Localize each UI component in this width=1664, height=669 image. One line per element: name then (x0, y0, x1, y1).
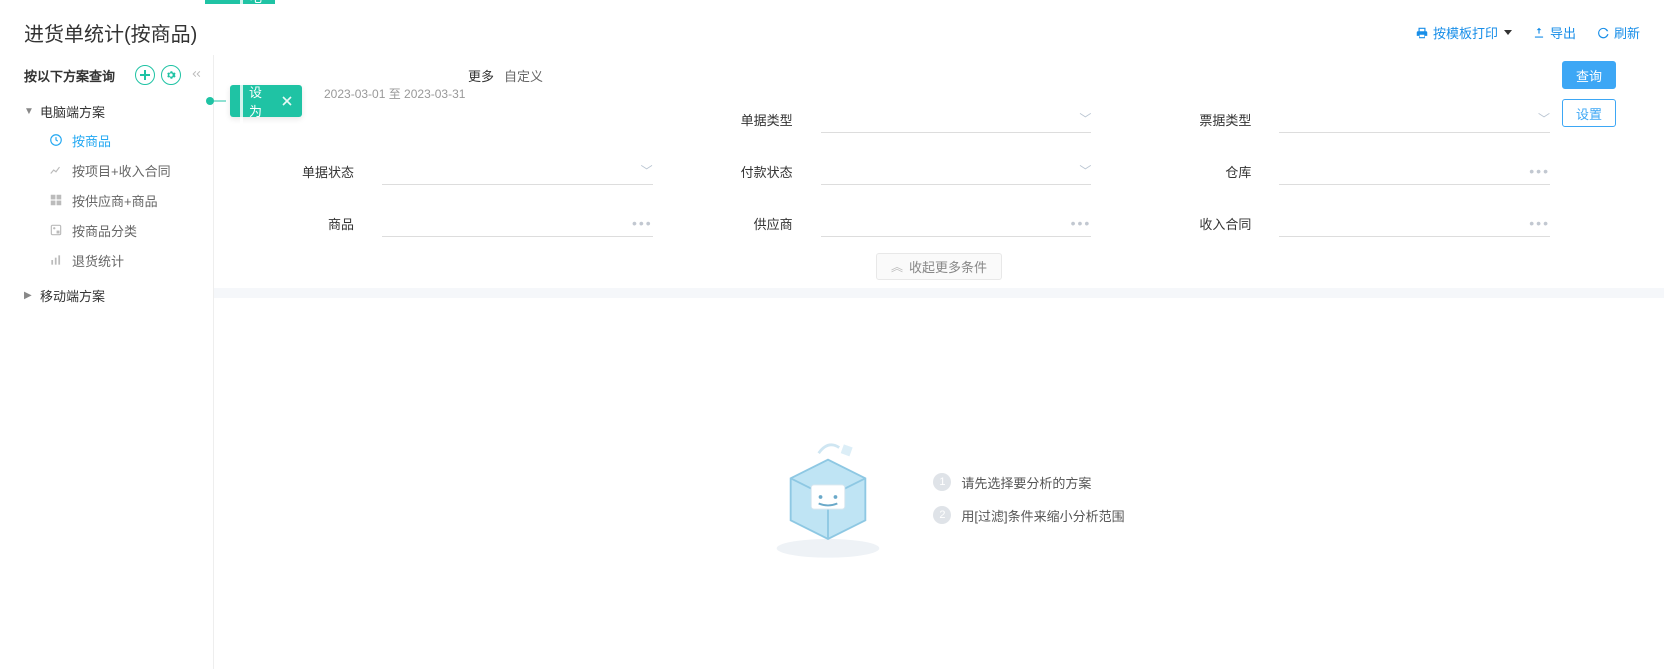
chevrons-up-icon: ︽ (891, 258, 903, 275)
section-divider (214, 288, 1664, 298)
empty-step-1: 请先选择要分析的方案 (961, 473, 1091, 492)
date-custom-link[interactable]: 自定义 (504, 66, 543, 85)
chevron-down-icon (1504, 30, 1512, 35)
supplier-select[interactable]: ••• (821, 209, 1092, 237)
filters-panel: 更多 自定义 2023-03-01 至 2023-03-31 查询 设置 单据类… (214, 55, 1664, 288)
pay-status-select[interactable]: ﹀ (821, 157, 1092, 185)
export-icon (1532, 26, 1546, 40)
tree-leaf-by-project-contract[interactable]: 按项目+收入合同 (42, 155, 213, 185)
tree-leaf-label: 按商品 (72, 131, 111, 150)
grid-icon (48, 192, 64, 208)
chevron-down-icon: ﹀ (1079, 110, 1091, 127)
bill-type-label: 单据类型 (677, 110, 797, 129)
tree-group-mobile[interactable]: ▶ 移动端方案 (24, 281, 213, 309)
tree-leaf-label: 退货统计 (72, 251, 124, 270)
clock-icon (48, 132, 64, 148)
chevrons-left-icon (189, 68, 203, 80)
bill-status-label: 单据状态 (238, 162, 358, 181)
pay-status-label: 付款状态 (677, 162, 797, 181)
bar-chart-icon (48, 252, 64, 268)
income-contract-label: 收入合同 (1115, 214, 1255, 233)
caret-down-icon: ▼ (24, 106, 34, 117)
empty-state: 1 请先选择要分析的方案 2 用[过滤]条件来缩小分析范围 (214, 298, 1664, 669)
page-title: 进货单统计(按商品) (24, 18, 197, 47)
gear-icon (166, 70, 176, 80)
analytics-icon (48, 162, 64, 178)
settings-button[interactable]: 设置 (1562, 99, 1616, 127)
tree-group-mobile-label: 移动端方案 (40, 286, 105, 305)
tree-leaf-label: 按项目+收入合同 (72, 161, 171, 180)
tree-leaf-by-category[interactable]: 按商品分类 (42, 215, 213, 245)
add-scheme-button[interactable] (135, 65, 155, 85)
plus-icon (140, 70, 150, 80)
printer-icon (1415, 26, 1429, 40)
collapse-label: 收起更多条件 (909, 257, 987, 276)
empty-step-2: 用[过滤]条件来缩小分析范围 (961, 506, 1124, 525)
sidebar-title: 按以下方案查询 (24, 66, 115, 85)
date-range-text: 2023-03-01 至 2023-03-31 (324, 85, 465, 102)
ellipsis-icon: ••• (1071, 219, 1092, 227)
ellipsis-icon: ••• (632, 219, 653, 227)
refresh-button[interactable]: 刷新 (1596, 23, 1640, 42)
export-label: 导出 (1550, 23, 1576, 42)
ellipsis-icon: ••• (1529, 219, 1550, 227)
tree-leaf-by-supplier-product[interactable]: 按供应商+商品 (42, 185, 213, 215)
chevron-down-icon: ﹀ (641, 162, 653, 179)
scheme-settings-button[interactable] (161, 65, 181, 85)
export-button[interactable]: 导出 (1532, 23, 1576, 42)
refresh-icon (1596, 26, 1610, 40)
tree-group-pc-label: 电脑端方案 (40, 102, 105, 121)
ticket-type-select[interactable]: ﹀ (1279, 105, 1550, 133)
chevron-down-icon: ﹀ (1538, 110, 1550, 127)
query-button[interactable]: 查询 (1562, 61, 1616, 89)
sidebar: 按以下方案查询 电脑方案可设为移动方案啦 (0, 55, 214, 669)
warehouse-select[interactable]: ••• (1279, 157, 1550, 185)
chevron-down-icon: ﹀ (1079, 162, 1091, 179)
warehouse-label: 仓库 (1115, 162, 1255, 181)
category-icon (48, 222, 64, 238)
product-select[interactable]: ••• (382, 209, 653, 237)
supplier-label: 供应商 (677, 214, 797, 233)
tree-leaf-label: 按商品分类 (72, 221, 137, 240)
ellipsis-icon: ••• (1529, 167, 1550, 175)
caret-right-icon: ▶ (24, 290, 34, 301)
sidebar-collapse-button[interactable] (189, 67, 203, 83)
bill-type-select[interactable]: ﹀ (821, 105, 1092, 133)
refresh-label: 刷新 (1614, 23, 1640, 42)
tree-leaf-return-stats[interactable]: 退货统计 (42, 245, 213, 275)
print-label: 按模板打印 (1433, 23, 1498, 42)
collapse-filters-button[interactable]: ︽ 收起更多条件 (876, 253, 1002, 280)
date-more-link[interactable]: 更多 (468, 66, 494, 85)
income-contract-select[interactable]: ••• (1279, 209, 1550, 237)
tree-leaf-by-product[interactable]: 按商品 (42, 125, 213, 155)
tree-group-pc[interactable]: ▼ 电脑端方案 (24, 97, 213, 125)
tree-leaf-label: 按供应商+商品 (72, 191, 158, 210)
product-label: 商品 (238, 214, 358, 233)
step-badge-2: 2 (933, 506, 951, 524)
empty-illustration-icon (753, 427, 903, 570)
ticket-type-label: 票据类型 (1115, 110, 1255, 129)
print-by-template-button[interactable]: 按模板打印 (1415, 23, 1512, 42)
bill-status-select[interactable]: ﹀ (382, 157, 653, 185)
step-badge-1: 1 (933, 473, 951, 491)
